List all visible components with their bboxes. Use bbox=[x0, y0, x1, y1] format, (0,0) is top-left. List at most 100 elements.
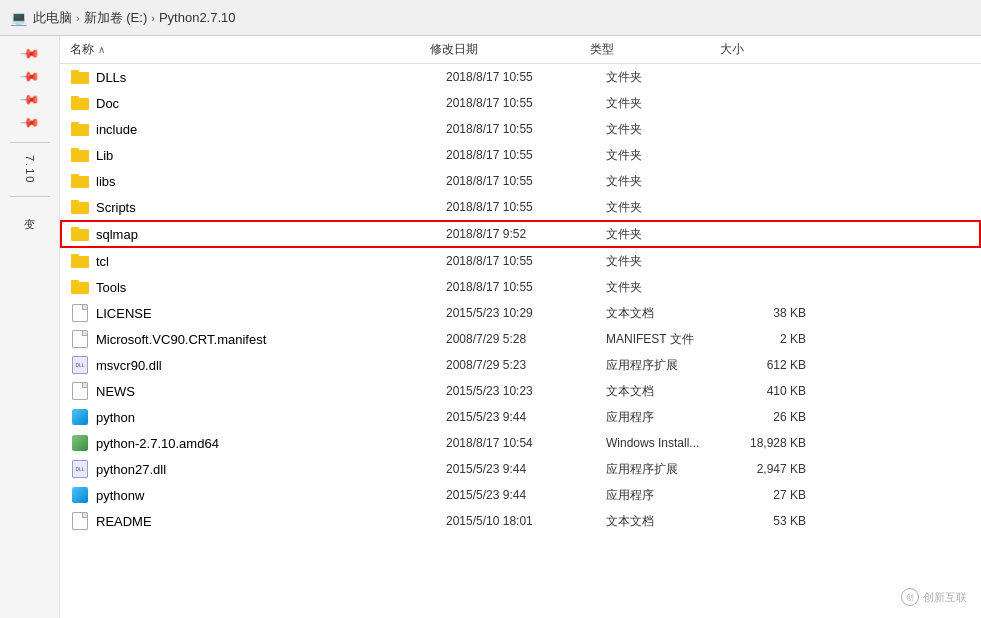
file-type: MANIFEST 文件 bbox=[606, 331, 736, 348]
file-type: 文本文档 bbox=[606, 305, 736, 322]
file-name: DLLs bbox=[96, 70, 446, 85]
file-type: 应用程序扩展 bbox=[606, 357, 736, 374]
breadcrumb-computer[interactable]: 此电脑 bbox=[33, 9, 72, 27]
file-date: 2018/8/17 10:55 bbox=[446, 148, 606, 162]
exe-icon bbox=[70, 485, 90, 505]
file-date: 2018/8/17 10:54 bbox=[446, 436, 606, 450]
file-row[interactable]: libs 2018/8/17 10:55 文件夹 bbox=[60, 168, 981, 194]
file-size: 2,947 KB bbox=[736, 462, 826, 476]
file-name: python-2.7.10.amd64 bbox=[96, 436, 446, 451]
file-row[interactable]: Doc 2018/8/17 10:55 文件夹 bbox=[60, 90, 981, 116]
file-type: 应用程序 bbox=[606, 409, 736, 426]
col-type-label: 类型 bbox=[590, 42, 614, 56]
file-size: 410 KB bbox=[736, 384, 826, 398]
file-date: 2008/7/29 5:23 bbox=[446, 358, 606, 372]
col-header-type[interactable]: 类型 bbox=[590, 41, 720, 58]
file-type: 文件夹 bbox=[606, 173, 736, 190]
file-size: 38 KB bbox=[736, 306, 826, 320]
col-size-label: 大小 bbox=[720, 42, 744, 56]
file-date: 2015/5/23 10:23 bbox=[446, 384, 606, 398]
file-name: README bbox=[96, 514, 446, 529]
file-row[interactable]: Microsoft.VC90.CRT.manifest 2008/7/29 5:… bbox=[60, 326, 981, 352]
file-row[interactable]: Lib 2018/8/17 10:55 文件夹 bbox=[60, 142, 981, 168]
exe-icon bbox=[70, 407, 90, 427]
pin-icon-4[interactable]: 📌 bbox=[17, 110, 42, 135]
sidebar-bottom-label: 变 bbox=[22, 209, 37, 211]
file-name: Lib bbox=[96, 148, 446, 163]
folder-icon bbox=[70, 197, 90, 217]
col-header-size[interactable]: 大小 bbox=[720, 41, 810, 58]
file-size: 26 KB bbox=[736, 410, 826, 424]
file-date: 2015/5/23 9:44 bbox=[446, 410, 606, 424]
file-row[interactable]: DLL msvcr90.dll 2008/7/29 5:23 应用程序扩展 61… bbox=[60, 352, 981, 378]
file-row[interactable]: tcl 2018/8/17 10:55 文件夹 bbox=[60, 248, 981, 274]
file-size: 18,928 KB bbox=[736, 436, 826, 450]
address-bar: 💻 此电脑 › 新加卷 (E:) › Python2.7.10 bbox=[0, 0, 981, 36]
file-date: 2018/8/17 9:52 bbox=[446, 227, 606, 241]
column-headers: 名称 ∧ 修改日期 类型 大小 bbox=[60, 36, 981, 64]
file-row[interactable]: python 2015/5/23 9:44 应用程序 26 KB bbox=[60, 404, 981, 430]
file-row[interactable]: pythonw 2015/5/23 9:44 应用程序 27 KB bbox=[60, 482, 981, 508]
file-size: 2 KB bbox=[736, 332, 826, 346]
file-row[interactable]: LICENSE 2015/5/23 10:29 文本文档 38 KB bbox=[60, 300, 981, 326]
document-icon bbox=[70, 381, 90, 401]
file-type: 文件夹 bbox=[606, 147, 736, 164]
folder-icon bbox=[70, 224, 90, 244]
file-date: 2018/8/17 10:55 bbox=[446, 200, 606, 214]
file-type: 文本文档 bbox=[606, 383, 736, 400]
col-header-name[interactable]: 名称 ∧ bbox=[70, 41, 430, 58]
file-date: 2018/8/17 10:55 bbox=[446, 96, 606, 110]
file-row[interactable]: README 2015/5/10 18:01 文本文档 53 KB bbox=[60, 508, 981, 534]
breadcrumb-folder[interactable]: Python2.7.10 bbox=[159, 10, 236, 25]
file-date: 2015/5/23 9:44 bbox=[446, 488, 606, 502]
file-name: sqlmap bbox=[96, 227, 446, 242]
file-name: LICENSE bbox=[96, 306, 446, 321]
folder-icon bbox=[70, 67, 90, 87]
pin-icon-3[interactable]: 📌 bbox=[17, 87, 42, 112]
file-name: libs bbox=[96, 174, 446, 189]
file-name: tcl bbox=[96, 254, 446, 269]
breadcrumb-drive[interactable]: 新加卷 (E:) bbox=[84, 9, 148, 27]
pin-icon-2[interactable]: 📌 bbox=[17, 64, 42, 89]
folder-icon bbox=[70, 93, 90, 113]
sidebar: 📌 📌 📌 📌 7.10 变 bbox=[0, 36, 60, 618]
col-header-date[interactable]: 修改日期 bbox=[430, 41, 590, 58]
document-icon bbox=[70, 303, 90, 323]
file-row[interactable]: DLL python27.dll 2015/5/23 9:44 应用程序扩展 2… bbox=[60, 456, 981, 482]
file-row[interactable]: Tools 2018/8/17 10:55 文件夹 bbox=[60, 274, 981, 300]
file-date: 2018/8/17 10:55 bbox=[446, 122, 606, 136]
folder-icon bbox=[70, 277, 90, 297]
file-name: Tools bbox=[96, 280, 446, 295]
file-type: 文件夹 bbox=[606, 279, 736, 296]
address-icon: 💻 bbox=[10, 10, 27, 26]
file-list: DLLs 2018/8/17 10:55 文件夹 Doc 2018/8/17 1… bbox=[60, 64, 981, 618]
file-type: 文本文档 bbox=[606, 513, 736, 530]
file-date: 2018/8/17 10:55 bbox=[446, 280, 606, 294]
file-type: 应用程序 bbox=[606, 487, 736, 504]
file-type: 文件夹 bbox=[606, 253, 736, 270]
main-layout: 📌 📌 📌 📌 7.10 变 名称 ∧ 修改日期 类型 大小 bbox=[0, 36, 981, 618]
document-icon bbox=[70, 329, 90, 349]
file-row[interactable]: python-2.7.10.amd64 2018/8/17 10:54 Wind… bbox=[60, 430, 981, 456]
file-row[interactable]: NEWS 2015/5/23 10:23 文本文档 410 KB bbox=[60, 378, 981, 404]
file-date: 2018/8/17 10:55 bbox=[446, 174, 606, 188]
file-name: Microsoft.VC90.CRT.manifest bbox=[96, 332, 446, 347]
file-row[interactable]: DLLs 2018/8/17 10:55 文件夹 bbox=[60, 64, 981, 90]
document-icon bbox=[70, 511, 90, 531]
file-date: 2018/8/17 10:55 bbox=[446, 254, 606, 268]
file-date: 2015/5/23 9:44 bbox=[446, 462, 606, 476]
file-type: 文件夹 bbox=[606, 69, 736, 86]
col-date-label: 修改日期 bbox=[430, 42, 478, 56]
col-name-label: 名称 bbox=[70, 41, 94, 58]
file-size: 53 KB bbox=[736, 514, 826, 528]
folder-icon bbox=[70, 145, 90, 165]
file-size: 27 KB bbox=[736, 488, 826, 502]
pin-icon-1[interactable]: 📌 bbox=[17, 41, 42, 66]
file-row[interactable]: sqlmap 2018/8/17 9:52 文件夹 bbox=[60, 220, 981, 248]
breadcrumb[interactable]: 此电脑 › 新加卷 (E:) › Python2.7.10 bbox=[33, 9, 236, 27]
file-date: 2018/8/17 10:55 bbox=[446, 70, 606, 84]
file-row[interactable]: Scripts 2018/8/17 10:55 文件夹 bbox=[60, 194, 981, 220]
file-name: python27.dll bbox=[96, 462, 446, 477]
file-row[interactable]: include 2018/8/17 10:55 文件夹 bbox=[60, 116, 981, 142]
sort-arrow-icon: ∧ bbox=[98, 44, 105, 55]
